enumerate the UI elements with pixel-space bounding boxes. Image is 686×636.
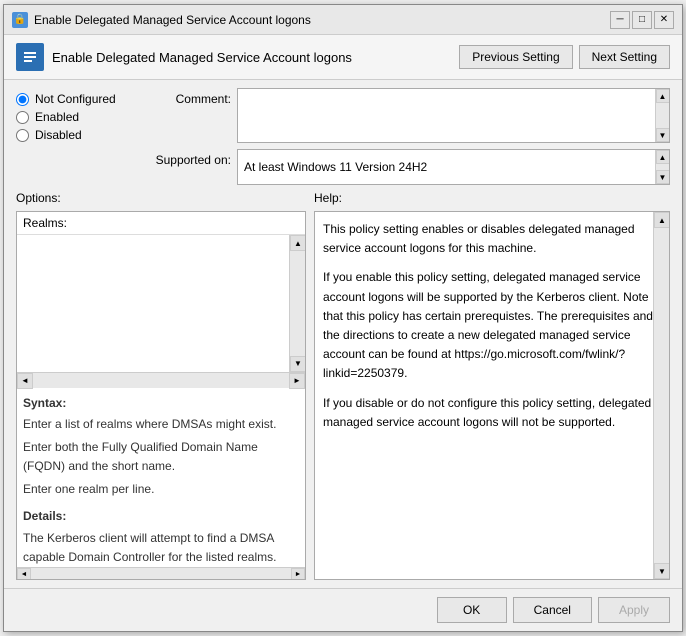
realms-scroll-h-track (33, 373, 289, 388)
realms-scroll-track (290, 251, 305, 356)
realms-textarea[interactable] (17, 235, 289, 372)
left-bottom-left[interactable]: ◄ (17, 568, 31, 580)
header-left: Enable Delegated Managed Service Account… (16, 43, 459, 71)
radio-disabled-input[interactable] (16, 129, 29, 142)
comment-scroll-down[interactable]: ▼ (656, 128, 670, 142)
supported-row: Supported on: At least Windows 11 Versio… (146, 149, 670, 185)
window-icon: 🔒 (12, 12, 28, 28)
footer: OK Cancel Apply (4, 588, 682, 631)
realms-scrollbar-v: ▲ ▼ (289, 235, 305, 372)
help-para1: This policy setting enables or disables … (323, 220, 661, 258)
radio-not-configured-input[interactable] (16, 93, 29, 106)
comment-scroll-track (656, 103, 669, 128)
two-panel: Realms: ▲ ▼ ◄ ► Syntax: Enter a li (16, 211, 670, 580)
realms-scroll-up[interactable]: ▲ (290, 235, 305, 251)
supported-scroll-down[interactable]: ▼ (656, 170, 670, 184)
maximize-button[interactable]: □ (632, 11, 652, 29)
realms-scrollbar-h: ◄ ► (17, 372, 305, 388)
realms-header: Realms: (17, 212, 305, 235)
comment-textarea[interactable] (238, 89, 655, 142)
header-bar: Enable Delegated Managed Service Account… (4, 35, 682, 80)
right-panel: This policy setting enables or disables … (314, 211, 670, 580)
header-icon (16, 43, 44, 71)
supported-box: At least Windows 11 Version 24H2 ▲ ▼ (237, 149, 670, 185)
minimize-button[interactable]: ─ (610, 11, 630, 29)
supported-scrollbar: ▲ ▼ (655, 150, 669, 184)
help-scroll-up[interactable]: ▲ (654, 212, 670, 228)
supported-scroll-up[interactable]: ▲ (656, 150, 670, 164)
title-controls: ─ □ ✕ (610, 11, 674, 29)
title-bar-left: 🔒 Enable Delegated Managed Service Accou… (12, 12, 311, 28)
content-area: Not Configured Enabled Disabled Comment: (4, 80, 682, 588)
details-text: The Kerberos client will attempt to find… (23, 529, 299, 567)
left-bottom-track (31, 568, 291, 579)
prev-setting-button[interactable]: Previous Setting (459, 45, 572, 69)
realms-scroll-left[interactable]: ◄ (17, 373, 33, 389)
radio-group: Not Configured Enabled Disabled (16, 88, 146, 142)
help-para3: If you disable or do not configure this … (323, 394, 661, 432)
supported-value: At least Windows 11 Version 24H2 (238, 156, 433, 178)
radio-enabled-input[interactable] (16, 111, 29, 124)
apply-button[interactable]: Apply (598, 597, 670, 623)
syntax-section: Syntax: Enter a list of realms where DMS… (17, 388, 305, 568)
options-label: Options: (16, 191, 306, 205)
help-scroll-track (654, 228, 669, 563)
syntax-text3: Enter one realm per line. (23, 480, 299, 499)
details-label: Details: (23, 507, 299, 526)
window-title: Enable Delegated Managed Service Account… (34, 13, 311, 27)
syntax-text1: Enter a list of realms where DMSAs might… (23, 415, 299, 434)
syntax-text2: Enter both the Fully Qualified Domain Na… (23, 438, 299, 476)
left-bottom-right[interactable]: ► (291, 568, 305, 580)
left-panel-bottom-scrollbar: ◄ ► (17, 567, 305, 579)
help-scroll-down[interactable]: ▼ (654, 563, 670, 579)
comment-box: ▲ ▼ (237, 88, 670, 143)
radio-disabled[interactable]: Disabled (16, 128, 146, 142)
help-content: This policy setting enables or disables … (315, 212, 669, 563)
header-buttons: Previous Setting Next Setting (459, 45, 670, 69)
radio-enabled-label: Enabled (35, 110, 79, 124)
realms-scroll-down[interactable]: ▼ (290, 356, 305, 372)
realms-content: ▲ ▼ (17, 235, 305, 372)
main-window: 🔒 Enable Delegated Managed Service Accou… (3, 4, 683, 632)
ok-button[interactable]: OK (437, 597, 507, 623)
header-title: Enable Delegated Managed Service Account… (52, 50, 352, 65)
realms-scroll-right[interactable]: ► (289, 373, 305, 389)
radio-enabled[interactable]: Enabled (16, 110, 146, 124)
help-label: Help: (314, 191, 342, 205)
left-panel: Realms: ▲ ▼ ◄ ► Syntax: Enter a li (16, 211, 306, 580)
comment-supported-section: Comment: ▲ ▼ Supported on: At least Wind… (146, 88, 670, 185)
comment-label: Comment: (146, 88, 231, 106)
comment-scrollbar: ▲ ▼ (655, 89, 669, 142)
close-button[interactable]: ✕ (654, 11, 674, 29)
comment-scroll-up[interactable]: ▲ (656, 89, 670, 103)
comment-row: Comment: ▲ ▼ (146, 88, 670, 143)
title-bar: 🔒 Enable Delegated Managed Service Accou… (4, 5, 682, 35)
radio-disabled-label: Disabled (35, 128, 82, 142)
radio-not-configured[interactable]: Not Configured (16, 92, 146, 106)
radio-section: Not Configured Enabled Disabled Comment: (16, 88, 670, 185)
help-para2: If you enable this policy setting, deleg… (323, 268, 661, 383)
radio-not-configured-label: Not Configured (35, 92, 116, 106)
next-setting-button[interactable]: Next Setting (579, 45, 670, 69)
supported-label: Supported on: (146, 149, 231, 167)
cancel-button[interactable]: Cancel (513, 597, 592, 623)
syntax-label: Syntax: (23, 394, 299, 413)
help-scrollbar: ▲ ▼ (653, 212, 669, 579)
section-labels-row: Options: Help: (16, 191, 670, 205)
